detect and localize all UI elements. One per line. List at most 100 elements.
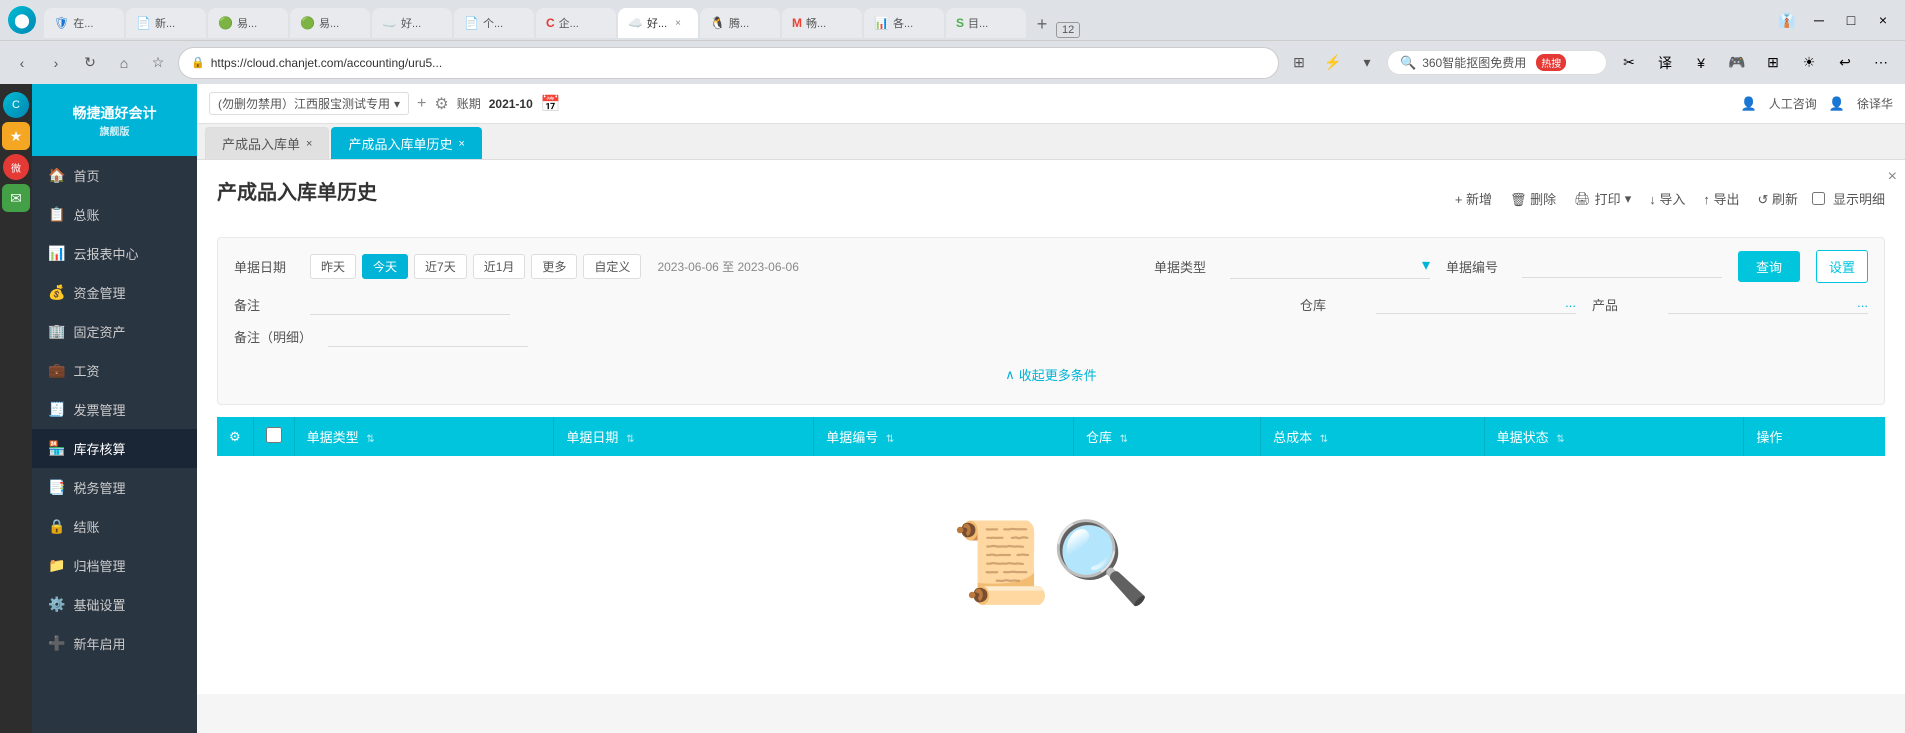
tab-list-close[interactable]: × xyxy=(306,138,312,150)
doc-no-input[interactable] xyxy=(1522,256,1722,278)
scissors-icon[interactable]: ✂ xyxy=(1613,49,1645,77)
date-btn-1month[interactable]: 近1月 xyxy=(473,254,526,279)
app-icon-weibo[interactable]: 微 xyxy=(3,154,29,180)
reload-button[interactable]: ↻ xyxy=(76,49,104,77)
home-button[interactable]: ⌂ xyxy=(110,49,138,77)
query-button[interactable]: 查询 xyxy=(1738,251,1800,282)
back-button[interactable]: ‹ xyxy=(8,49,36,77)
browser-tab-2[interactable]: 📄 新... xyxy=(126,8,206,38)
sort-doc-date-icon[interactable]: ⇅ xyxy=(626,434,634,445)
game-icon[interactable]: 🎮 xyxy=(1721,49,1753,77)
show-detail-checkbox[interactable] xyxy=(1812,192,1825,205)
nav-item-closing[interactable]: 🔒 结账 xyxy=(32,507,197,546)
search-bar[interactable]: 🔍 360智能抠图免费用 热搜 xyxy=(1387,50,1607,75)
date-btn-custom[interactable]: 自定义 xyxy=(583,254,641,279)
window-close-button[interactable]: × xyxy=(1869,6,1897,34)
gear-icon[interactable]: ⚙ xyxy=(229,429,241,444)
settings-company-button[interactable]: ⚙ xyxy=(434,94,448,114)
app-icon-star[interactable]: ★ xyxy=(2,122,30,150)
address-input[interactable]: 🔒 https://cloud.chanjet.com/accounting/u… xyxy=(178,47,1279,79)
add-company-button[interactable]: + xyxy=(417,95,426,113)
browser-tab-10[interactable]: M 畅... xyxy=(782,8,862,38)
date-btn-yesterday[interactable]: 昨天 xyxy=(310,254,356,279)
import-button[interactable]: ↓ 导入 xyxy=(1645,187,1689,210)
remark-detail-input[interactable] xyxy=(328,325,528,347)
sort-total-cost-icon[interactable]: ⇅ xyxy=(1320,434,1328,445)
nav-item-ledger[interactable]: 📋 总账 xyxy=(32,195,197,234)
app-icon-mail[interactable]: ✉ xyxy=(2,184,30,212)
nav-item-archive[interactable]: 📁 归档管理 xyxy=(32,546,197,585)
tab-history[interactable]: 产成品入库单历史 × xyxy=(331,127,481,159)
browser-tab-5[interactable]: ☁️ 好... xyxy=(372,8,452,38)
col-doc-no[interactable]: 单据编号 ⇅ xyxy=(814,417,1074,456)
bookmark-button[interactable]: ☆ xyxy=(144,49,172,77)
app-icon-circle[interactable]: C xyxy=(3,92,29,118)
extensions-button[interactable]: ⊞ xyxy=(1285,49,1313,77)
company-selector[interactable]: (勿删勿禁用）江西服宝测试专用 ▾ xyxy=(209,92,409,115)
window-minimize-button[interactable]: ─ xyxy=(1805,6,1833,34)
address-dropdown-button[interactable]: ▾ xyxy=(1353,49,1381,77)
forward-button[interactable]: › xyxy=(42,49,70,77)
nav-item-tax[interactable]: 📑 税务管理 xyxy=(32,468,197,507)
tab-history-close[interactable]: × xyxy=(458,138,464,150)
nav-item-fixed-assets[interactable]: 🏢 固定资产 xyxy=(32,312,197,351)
panel-close-button[interactable]: × xyxy=(1888,168,1897,186)
nav-item-invoice[interactable]: 🧾 发票管理 xyxy=(32,390,197,429)
sort-doc-status-icon[interactable]: ⇅ xyxy=(1556,434,1564,445)
export-button[interactable]: ↑ 导出 xyxy=(1699,187,1743,210)
nav-item-cloud-report[interactable]: 📊 云报表中心 xyxy=(32,234,197,273)
nav-item-new-period[interactable]: ➕ 新年启用 xyxy=(32,624,197,663)
browser-tab-11[interactable]: 📊 各... xyxy=(864,8,944,38)
browser-tab-3[interactable]: 🟢 易... xyxy=(208,8,288,38)
sort-warehouse-icon[interactable]: ⇅ xyxy=(1120,434,1128,445)
col-doc-date[interactable]: 单据日期 ⇅ xyxy=(554,417,814,456)
yuan-icon[interactable]: ¥ xyxy=(1685,49,1717,77)
select-all-checkbox[interactable] xyxy=(266,427,282,443)
settings-filter-button[interactable]: 设置 xyxy=(1816,250,1868,283)
browser-tab-8[interactable]: ☁️ 好... × xyxy=(618,8,698,38)
add-button[interactable]: + 新增 xyxy=(1451,187,1496,210)
sort-doc-type-icon[interactable]: ⇅ xyxy=(366,434,374,445)
lightning-button[interactable]: ⚡ xyxy=(1319,49,1347,77)
date-btn-7days[interactable]: 近7天 xyxy=(414,254,467,279)
browser-tab-1[interactable]: 🛡 在... xyxy=(44,8,124,38)
browser-tab-12[interactable]: S 目... xyxy=(946,8,1026,38)
col-warehouse[interactable]: 仓库 ⇅ xyxy=(1073,417,1260,456)
browser-tab-7[interactable]: C 企... xyxy=(536,8,616,38)
tab-close-8[interactable]: × xyxy=(675,18,681,29)
col-gear[interactable]: ⚙ xyxy=(217,417,253,456)
doc-type-dropdown-icon[interactable]: ▾ xyxy=(1422,255,1430,275)
grid-icon[interactable]: ⊞ xyxy=(1757,49,1789,77)
col-total-cost[interactable]: 总成本 ⇅ xyxy=(1261,417,1484,456)
refresh-button[interactable]: ↺ 刷新 xyxy=(1753,187,1802,210)
nav-item-basic[interactable]: ⚙️ 基础设置 xyxy=(32,585,197,624)
browser-tab-9[interactable]: 🐧 腾... xyxy=(700,8,780,38)
brightness-icon[interactable]: ☀ xyxy=(1793,49,1825,77)
top-bar-right: 👤 人工咨询 👤 徐译华 xyxy=(1741,95,1893,112)
tab-list[interactable]: 产成品入库单 × xyxy=(205,127,329,159)
nav-item-fund[interactable]: 💰 资金管理 xyxy=(32,273,197,312)
col-doc-type[interactable]: 单据类型 ⇅ xyxy=(294,417,554,456)
translate-icon[interactable]: 译 xyxy=(1649,49,1681,77)
delete-button[interactable]: 🗑 删除 xyxy=(1506,187,1560,210)
product-dots-icon[interactable]: ... xyxy=(1857,295,1868,310)
nav-item-home[interactable]: 🏠 首页 xyxy=(32,156,197,195)
date-btn-today[interactable]: 今天 xyxy=(362,254,408,279)
undo-icon[interactable]: ↩ xyxy=(1829,49,1861,77)
nav-item-payroll[interactable]: 💼 工资 xyxy=(32,351,197,390)
browser-tab-4[interactable]: 🟢 易... xyxy=(290,8,370,38)
print-button[interactable]: 🖨 打印 ▾ xyxy=(1570,187,1635,210)
nav-item-inventory[interactable]: 🏪 库存核算 xyxy=(32,429,197,468)
more-icon[interactable]: ⋯ xyxy=(1865,49,1897,77)
remark-input[interactable] xyxy=(310,293,510,315)
period-calendar-icon[interactable]: 📅 xyxy=(541,94,561,114)
collapse-filter-button[interactable]: ∧ 收起更多条件 xyxy=(234,357,1868,392)
warehouse-dots-icon[interactable]: ... xyxy=(1565,295,1576,310)
window-maximize-button[interactable]: □ xyxy=(1837,6,1865,34)
col-doc-status[interactable]: 单据状态 ⇅ xyxy=(1484,417,1744,456)
browser-tab-6[interactable]: 📄 个... xyxy=(454,8,534,38)
new-tab-button[interactable]: + xyxy=(1028,10,1056,38)
sort-doc-no-icon[interactable]: ⇅ xyxy=(886,434,894,445)
service-button[interactable]: 人工咨询 xyxy=(1769,95,1817,112)
date-btn-more[interactable]: 更多 xyxy=(531,254,577,279)
